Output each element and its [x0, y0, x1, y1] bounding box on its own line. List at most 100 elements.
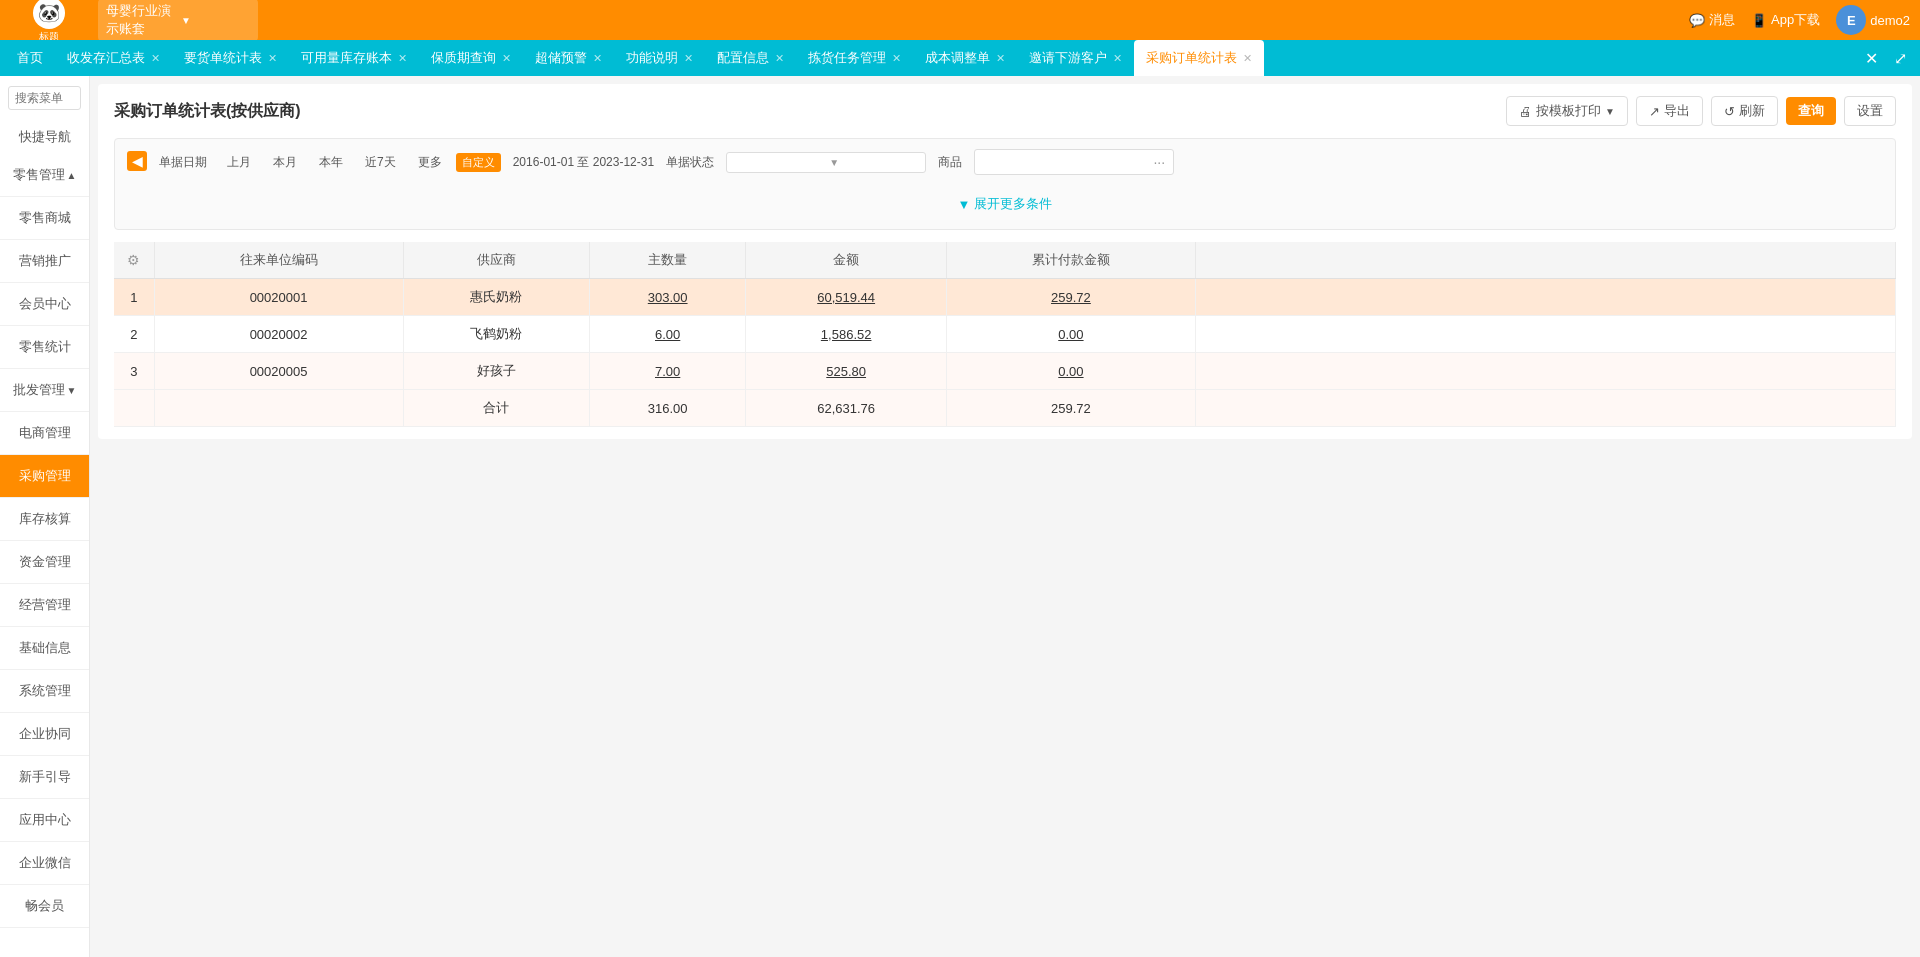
row-supplier: 好孩子	[403, 353, 589, 390]
print-button[interactable]: 🖨 按模板打印 ▼	[1506, 96, 1628, 126]
tab-receive-summary[interactable]: 收发存汇总表 ✕	[55, 40, 172, 76]
row-qty[interactable]: 6.00	[589, 316, 746, 353]
more-options-icon[interactable]: ···	[1153, 154, 1165, 170]
export-button[interactable]: ↗ 导出	[1636, 96, 1703, 126]
row-amount[interactable]: 525.80	[746, 353, 946, 390]
row-index: 3	[114, 353, 154, 390]
th-extra	[1196, 242, 1896, 279]
table-row: 1 00020001 惠氏奶粉 303.00 60,519.44 259.72	[114, 279, 1896, 316]
tab-cost-adjust[interactable]: 成本调整单 ✕	[913, 40, 1017, 76]
status-select[interactable]: ▼	[726, 152, 926, 173]
sidebar-item-wholesale[interactable]: 批发管理 ▼	[0, 369, 89, 412]
table-header-row: ⚙ 往来单位编码 供应商 主数量 金额 累计付款金额	[114, 242, 1896, 279]
user-menu[interactable]: E demo2	[1836, 5, 1910, 35]
collapse-filter-button[interactable]: ◀	[127, 151, 147, 171]
search-input[interactable]	[8, 86, 81, 110]
sidebar-item-member[interactable]: 会员中心	[0, 283, 89, 326]
close-icon[interactable]: ✕	[502, 52, 511, 65]
tab-config-info[interactable]: 配置信息 ✕	[705, 40, 796, 76]
tab-purchase-order-summary[interactable]: 采购订单统计表 ✕	[1134, 40, 1264, 76]
close-icon[interactable]: ✕	[892, 52, 901, 65]
th-qty: 主数量	[589, 242, 746, 279]
sidebar-item-shortcut[interactable]: 快捷导航	[0, 120, 89, 154]
close-icon[interactable]: ✕	[151, 52, 160, 65]
close-icon[interactable]: ✕	[593, 52, 602, 65]
sidebar-item-purchase[interactable]: 采购管理	[0, 455, 89, 498]
sidebar-item-retail-stats[interactable]: 零售统计	[0, 326, 89, 369]
close-icon[interactable]: ✕	[398, 52, 407, 65]
page-header: 采购订单统计表(按供应商) 🖨 按模板打印 ▼ ↗ 导出 ↺ 刷新	[114, 96, 1896, 126]
date-range-display: 2016-01-01 至 2023-12-31	[513, 154, 654, 171]
search-area	[0, 76, 89, 120]
row-qty[interactable]: 303.00	[589, 279, 746, 316]
tab-expiry-query[interactable]: 保质期查询 ✕	[419, 40, 523, 76]
row-supplier: 飞鹤奶粉	[403, 316, 589, 353]
expand-filter-button[interactable]: ▼ 展开更多条件	[127, 189, 1883, 219]
th-code: 往来单位编码	[154, 242, 403, 279]
more-date-button[interactable]: 更多	[410, 152, 450, 173]
row-paid[interactable]: 0.00	[946, 353, 1195, 390]
tab-available-inventory[interactable]: 可用量库存账本 ✕	[289, 40, 419, 76]
tab-function-desc[interactable]: 功能说明 ✕	[614, 40, 705, 76]
close-tab-button[interactable]: ✕	[1857, 45, 1886, 72]
row-amount[interactable]: 1,586.52	[746, 316, 946, 353]
top-right-area: 💬 消息 📱 App下载 E demo2	[1689, 5, 1910, 35]
tab-overstock-warning[interactable]: 超储预警 ✕	[523, 40, 614, 76]
refresh-button[interactable]: ↺ 刷新	[1711, 96, 1778, 126]
goods-input: ···	[974, 149, 1174, 175]
goods-search-field[interactable]	[983, 155, 1149, 169]
settings-icon[interactable]: ⚙	[127, 252, 140, 268]
row-index: 2	[114, 316, 154, 353]
sidebar-item-system[interactable]: 系统管理	[0, 670, 89, 713]
message-icon: 💬	[1689, 13, 1705, 28]
close-icon[interactable]: ✕	[775, 52, 784, 65]
chevron-down-icon: ▼	[958, 197, 971, 212]
nav-tabs: 首页 收发存汇总表 ✕ 要货单统计表 ✕ 可用量库存账本 ✕ 保质期查询 ✕ 超…	[0, 40, 1920, 76]
sidebar-item-operations[interactable]: 经营管理	[0, 584, 89, 627]
this-year-button[interactable]: 本年	[311, 152, 351, 173]
maximize-button[interactable]: ⤢	[1886, 45, 1915, 72]
query-button[interactable]: 查询	[1786, 97, 1836, 125]
last-7days-button[interactable]: 近7天	[357, 152, 404, 173]
sidebar-item-inventory[interactable]: 库存核算	[0, 498, 89, 541]
sidebar-item-ecommerce[interactable]: 电商管理	[0, 412, 89, 455]
logo-icon: 🐼	[33, 0, 65, 29]
row-paid[interactable]: 259.72	[946, 279, 1195, 316]
sidebar-item-app-center[interactable]: 应用中心	[0, 799, 89, 842]
row-supplier: 惠氏奶粉	[403, 279, 589, 316]
table-footer-row: 合计 316.00 62,631.76 259.72	[114, 390, 1896, 427]
row-qty[interactable]: 7.00	[589, 353, 746, 390]
close-icon[interactable]: ✕	[1243, 52, 1252, 65]
close-icon[interactable]: ✕	[1113, 52, 1122, 65]
app-download-button[interactable]: 📱 App下载	[1751, 11, 1820, 29]
close-icon[interactable]: ✕	[996, 52, 1005, 65]
message-button[interactable]: 💬 消息	[1689, 11, 1735, 29]
sidebar-item-retail-mgmt[interactable]: 零售管理 ▲	[0, 154, 89, 197]
chevron-up-icon: ▲	[67, 170, 77, 181]
tab-order-summary[interactable]: 要货单统计表 ✕	[172, 40, 289, 76]
sidebar-item-enterprise[interactable]: 企业协同	[0, 713, 89, 756]
sidebar-item-wechat[interactable]: 企业微信	[0, 842, 89, 885]
close-icon[interactable]: ✕	[268, 52, 277, 65]
th-supplier: 供应商	[403, 242, 589, 279]
sidebar-item-retail-shop[interactable]: 零售商城	[0, 197, 89, 240]
tab-pick-task[interactable]: 拣货任务管理 ✕	[796, 40, 913, 76]
sidebar-item-membership[interactable]: 畅会员	[0, 885, 89, 928]
custom-date-badge[interactable]: 自定义	[456, 153, 501, 172]
total-label: 合计	[403, 390, 589, 427]
last-month-button[interactable]: 上月	[219, 152, 259, 173]
sidebar-item-basic-info[interactable]: 基础信息	[0, 627, 89, 670]
row-paid[interactable]: 0.00	[946, 316, 1195, 353]
tab-invite-downstream[interactable]: 邀请下游客户 ✕	[1017, 40, 1134, 76]
account-selector[interactable]: 母婴行业演示账套 ▼	[98, 0, 258, 41]
sidebar-item-marketing[interactable]: 营销推广	[0, 240, 89, 283]
row-amount[interactable]: 60,519.44	[746, 279, 946, 316]
sidebar-item-newbie[interactable]: 新手引导	[0, 756, 89, 799]
logo-area: 🐼 标题	[10, 0, 88, 44]
this-month-button[interactable]: 本月	[265, 152, 305, 173]
sidebar-item-finance[interactable]: 资金管理	[0, 541, 89, 584]
tab-home[interactable]: 首页	[5, 40, 55, 76]
nav-right-buttons: ✕ ⤢	[1857, 45, 1920, 72]
close-icon[interactable]: ✕	[684, 52, 693, 65]
settings-button[interactable]: 设置	[1844, 96, 1896, 126]
